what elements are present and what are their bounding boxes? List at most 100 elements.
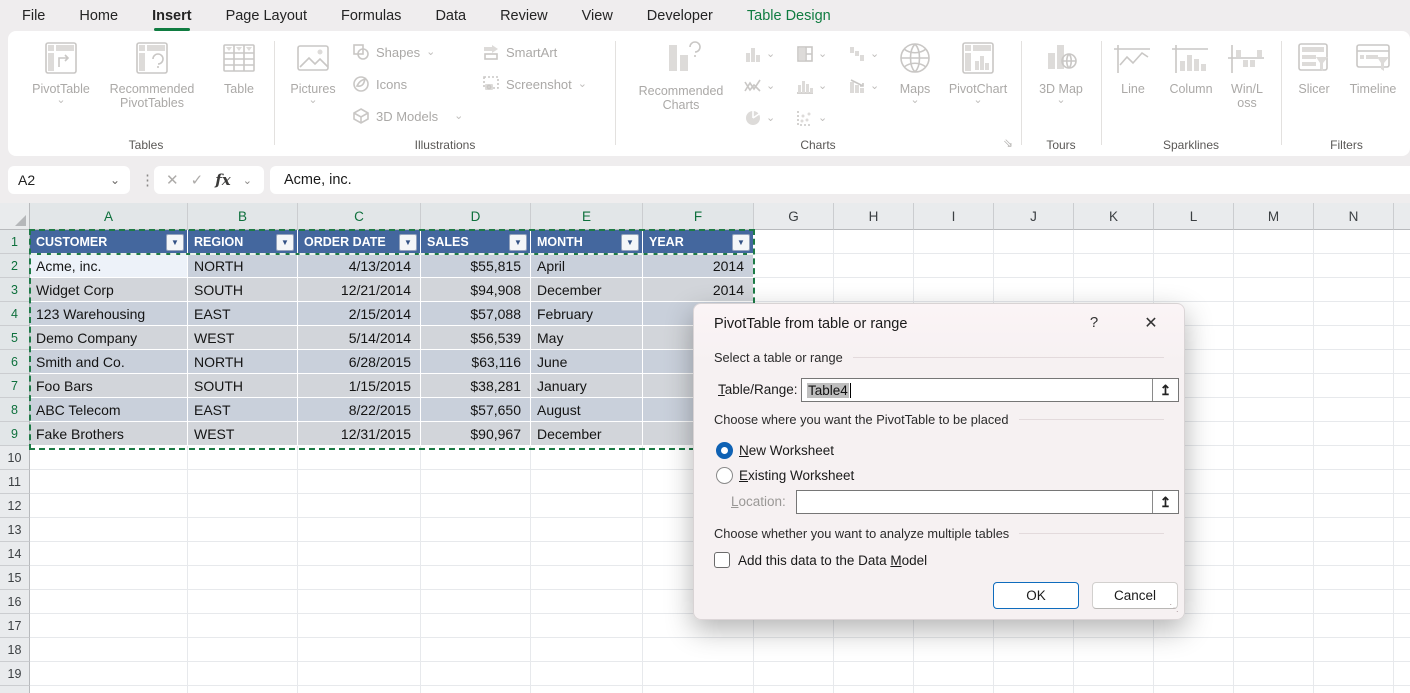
recommended-pivottables-button[interactable]: Recommended PivotTables [98,39,206,110]
cell-C4[interactable]: 2/15/2014 [298,302,421,326]
cell-E9[interactable]: December [531,422,643,446]
cell-D17[interactable] [421,614,531,638]
cell-O17[interactable] [1394,614,1410,638]
filter-button-region[interactable]: ▼ [276,234,294,251]
cell-B1[interactable]: REGION ▼ [188,230,298,254]
cell-A20[interactable] [30,686,188,693]
cell-B2[interactable]: NORTH [188,254,298,278]
formula-input[interactable]: Acme, inc. [270,166,1410,194]
cell-N19[interactable] [1314,662,1394,686]
cell-C20[interactable] [298,686,421,693]
cell-D19[interactable] [421,662,531,686]
row-header-18[interactable]: 18 [0,638,30,662]
cell-M19[interactable] [1234,662,1314,686]
cell-A11[interactable] [30,470,188,494]
column-header-E[interactable]: E [531,203,643,230]
cell-N9[interactable] [1314,422,1394,446]
filter-button-sales[interactable]: ▼ [509,234,527,251]
cell-E11[interactable] [531,470,643,494]
cell-E2[interactable]: April [531,254,643,278]
cell-J3[interactable] [994,278,1074,302]
row-header-15[interactable]: 15 [0,566,30,590]
existing-worksheet-label[interactable]: Existing Worksheet [739,468,854,483]
cell-B15[interactable] [188,566,298,590]
cell-N12[interactable] [1314,494,1394,518]
cell-N16[interactable] [1314,590,1394,614]
row-header-7[interactable]: 7 [0,374,30,398]
cell-M5[interactable] [1234,326,1314,350]
cell-M12[interactable] [1234,494,1314,518]
column-header-partial[interactable] [1394,203,1410,230]
tab-formulas[interactable]: Formulas [341,8,401,24]
cell-F3[interactable]: 2014 [643,278,754,302]
column-header-G[interactable]: G [754,203,834,230]
cell-E17[interactable] [531,614,643,638]
3d-map-button[interactable]: 3D Map ⌄ [1035,39,1087,106]
row-header-16[interactable]: 16 [0,590,30,614]
cell-H1[interactable] [834,230,914,254]
column-header-B[interactable]: B [188,203,298,230]
cell-O14[interactable] [1394,542,1410,566]
cell-D4[interactable]: $57,088 [421,302,531,326]
column-header-M[interactable]: M [1234,203,1314,230]
pivottable-button[interactable]: PivotTable ⌄ [28,39,94,106]
dots-separator-icon[interactable]: ⋮ [140,166,155,194]
cell-F18[interactable] [643,638,754,662]
insert-scatter-chart-button[interactable]: ⌄ [795,108,827,128]
cell-C14[interactable] [298,542,421,566]
tab-developer[interactable]: Developer [647,8,713,24]
cell-N3[interactable] [1314,278,1394,302]
column-header-I[interactable]: I [914,203,994,230]
cell-I20[interactable] [914,686,994,693]
cell-N11[interactable] [1314,470,1394,494]
cell-C6[interactable]: 6/28/2015 [298,350,421,374]
cell-C18[interactable] [298,638,421,662]
cell-A6[interactable]: Smith and Co. [30,350,188,374]
cell-O19[interactable] [1394,662,1410,686]
cell-N8[interactable] [1314,398,1394,422]
cell-C8[interactable]: 8/22/2015 [298,398,421,422]
select-all-button[interactable] [0,203,30,230]
insert-column-chart-button[interactable]: ⌄ [743,44,775,64]
cell-E18[interactable] [531,638,643,662]
cell-D7[interactable]: $38,281 [421,374,531,398]
cell-A15[interactable] [30,566,188,590]
insert-pie-chart-button[interactable]: ⌄ [743,108,775,128]
cell-M9[interactable] [1234,422,1314,446]
cell-M8[interactable] [1234,398,1314,422]
row-header-10[interactable]: 10 [0,446,30,470]
cell-A14[interactable] [30,542,188,566]
pivotchart-button[interactable]: PivotChart ⌄ [945,39,1011,106]
cell-E4[interactable]: February [531,302,643,326]
column-header-K[interactable]: K [1074,203,1154,230]
column-header-C[interactable]: C [298,203,421,230]
tab-home[interactable]: Home [79,8,118,24]
insert-line-chart-button[interactable]: ⌄ [743,76,775,96]
cell-D11[interactable] [421,470,531,494]
cell-N17[interactable] [1314,614,1394,638]
maps-button[interactable]: Maps ⌄ [889,39,941,106]
cell-N13[interactable] [1314,518,1394,542]
cell-B6[interactable]: NORTH [188,350,298,374]
column-header-D[interactable]: D [421,203,531,230]
column-header-J[interactable]: J [994,203,1074,230]
cell-J1[interactable] [994,230,1074,254]
cancel-button[interactable]: Cancel [1092,582,1178,609]
cell-E14[interactable] [531,542,643,566]
tab-view[interactable]: View [582,8,613,24]
cell-B13[interactable] [188,518,298,542]
row-header-20[interactable]: 20 [0,686,30,693]
cell-G18[interactable] [754,638,834,662]
cell-H18[interactable] [834,638,914,662]
row-header-19[interactable]: 19 [0,662,30,686]
name-box[interactable]: A2 ⌄ [8,166,130,194]
shapes-button[interactable]: Shapes ⌄ [352,43,435,61]
column-header-N[interactable]: N [1314,203,1394,230]
cell-E12[interactable] [531,494,643,518]
filter-button-customer[interactable]: ▼ [166,234,184,251]
cell-H19[interactable] [834,662,914,686]
cell-O6[interactable] [1394,350,1410,374]
cell-N1[interactable] [1314,230,1394,254]
cell-N2[interactable] [1314,254,1394,278]
cell-C13[interactable] [298,518,421,542]
